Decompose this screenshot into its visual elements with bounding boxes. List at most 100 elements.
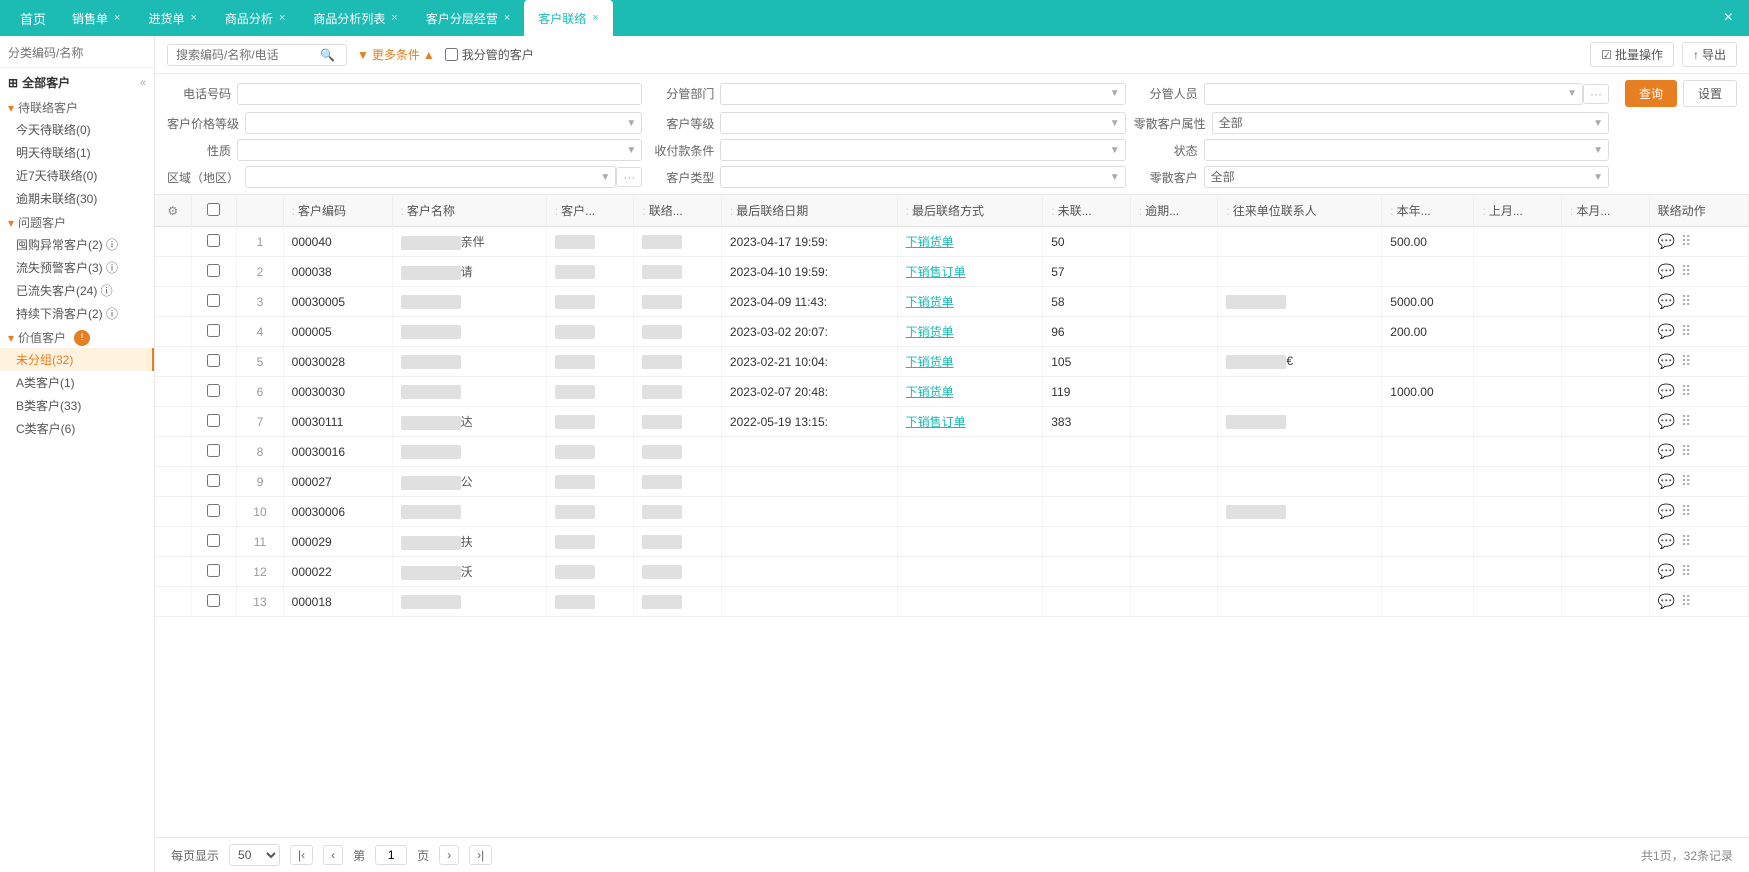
manager-select[interactable] (1204, 83, 1583, 105)
group-problem-customer[interactable]: ▾ 问题客户 (0, 210, 154, 233)
sidebar-item-7days[interactable]: 近7天待联络(0) (0, 164, 154, 187)
query-button[interactable]: 查询 (1625, 80, 1677, 107)
comment-icon[interactable]: 💬 (1658, 443, 1675, 460)
sidebar-item-abnormal[interactable]: 囤购异常客户(2) ⓘ (0, 233, 154, 256)
grid-action-icon[interactable]: ⠿ (1681, 263, 1691, 280)
row-checkbox[interactable] (207, 594, 220, 607)
sidebar-item-churn-warning[interactable]: 流失预警客户(3) ⓘ (0, 256, 154, 279)
row-checkbox[interactable] (207, 354, 220, 367)
row-checkbox[interactable] (207, 294, 220, 307)
close-customer-layer-tab[interactable]: × (504, 12, 510, 24)
comment-icon[interactable]: 💬 (1658, 353, 1675, 370)
cell-check[interactable] (191, 287, 237, 317)
sidebar-item-overdue[interactable]: 逾期未联络(30) (0, 187, 154, 210)
comment-icon[interactable]: 💬 (1658, 323, 1675, 340)
prev-page-btn[interactable]: ‹ (323, 845, 343, 865)
page-number-input[interactable] (375, 845, 407, 865)
sidebar-item-class-c[interactable]: C类客户(6) (0, 417, 154, 440)
filter-more-conditions[interactable]: ▼ 更多条件 ▲ (357, 46, 435, 63)
grid-action-icon[interactable]: ⠿ (1681, 443, 1691, 460)
row-checkbox[interactable] (207, 564, 220, 577)
reset-button[interactable]: 设置 (1683, 80, 1737, 107)
cell-check[interactable] (191, 407, 237, 437)
nav-tab-sales[interactable]: 销售单 × (58, 0, 134, 36)
close-all-tabs[interactable]: × (1716, 9, 1741, 27)
cell-check[interactable] (191, 347, 237, 377)
comment-icon[interactable]: 💬 (1658, 413, 1675, 430)
close-sales-tab[interactable]: × (114, 12, 120, 24)
payment-select[interactable] (720, 139, 1125, 161)
row-checkbox[interactable] (207, 264, 220, 277)
cell-check[interactable] (191, 467, 237, 497)
sidebar-search-input[interactable] (8, 46, 155, 60)
my-customers-checkbox[interactable] (445, 48, 458, 61)
row-checkbox[interactable] (207, 474, 220, 487)
retail-attr-select[interactable]: 全部 (1212, 112, 1609, 134)
page-size-select[interactable]: 50 100 (229, 844, 280, 866)
grid-action-icon[interactable]: ⠿ (1681, 503, 1691, 520)
export-button[interactable]: ↑ 导出 (1682, 42, 1737, 67)
row-checkbox[interactable] (207, 384, 220, 397)
price-grade-select[interactable] (245, 112, 642, 134)
grid-action-icon[interactable]: ⠿ (1681, 473, 1691, 490)
cell-check[interactable] (191, 437, 237, 467)
cell-check[interactable] (191, 377, 237, 407)
row-checkbox[interactable] (207, 324, 220, 337)
group-pending-contact[interactable]: ▾ 待联络客户 (0, 95, 154, 118)
nav-tab-customer-layer[interactable]: 客户分层经营 × (412, 0, 524, 36)
first-page-btn[interactable]: |‹ (290, 845, 313, 865)
nature-select[interactable] (237, 139, 642, 161)
comment-icon[interactable]: 💬 (1658, 473, 1675, 490)
row-checkbox[interactable] (207, 504, 220, 517)
region-select[interactable] (245, 166, 616, 188)
batch-op-button[interactable]: ☑ 批量操作 (1590, 42, 1674, 67)
grid-action-icon[interactable]: ⠿ (1681, 293, 1691, 310)
grid-action-icon[interactable]: ⠿ (1681, 323, 1691, 340)
retail-customer-select[interactable]: 全部 (1204, 166, 1609, 188)
grid-action-icon[interactable]: ⠿ (1681, 383, 1691, 400)
status-select[interactable] (1204, 139, 1609, 161)
nav-tab-analysis-list[interactable]: 商品分析列表 × (299, 0, 411, 36)
dept-select[interactable] (720, 83, 1125, 105)
comment-icon[interactable]: 💬 (1658, 293, 1675, 310)
cell-check[interactable] (191, 527, 237, 557)
cell-check[interactable] (191, 257, 237, 287)
grid-action-icon[interactable]: ⠿ (1681, 413, 1691, 430)
comment-icon[interactable]: 💬 (1658, 533, 1675, 550)
row-checkbox[interactable] (207, 534, 220, 547)
sidebar-item-class-b[interactable]: B类客户(33) (0, 394, 154, 417)
sidebar-item-churned[interactable]: 已流失客户(24) ⓘ (0, 279, 154, 302)
grid-action-icon[interactable]: ⠿ (1681, 233, 1691, 250)
comment-icon[interactable]: 💬 (1658, 233, 1675, 250)
collapse-sidebar-btn[interactable]: « (140, 77, 146, 89)
nav-tab-analysis[interactable]: 商品分析 × (211, 0, 299, 36)
grid-action-icon[interactable]: ⠿ (1681, 593, 1691, 610)
grid-action-icon[interactable]: ⠿ (1681, 353, 1691, 370)
nav-home[interactable]: 首页 (8, 9, 58, 28)
group-value-customer[interactable]: ▾ 价值客户 ! (0, 325, 154, 348)
sidebar-item-ungroup[interactable]: 未分组(32) (0, 348, 154, 371)
customer-grade-select[interactable] (720, 112, 1125, 134)
close-purchase-tab[interactable]: × (190, 12, 196, 24)
grid-action-icon[interactable]: ⠿ (1681, 533, 1691, 550)
all-customers-header[interactable]: ⊞ 全部客户 « (0, 68, 154, 95)
sidebar-item-class-a[interactable]: A类客户(1) (0, 371, 154, 394)
nav-tab-customer-contact[interactable]: 客户联络 × (524, 0, 612, 36)
row-checkbox[interactable] (207, 414, 220, 427)
cell-check[interactable] (191, 497, 237, 527)
nav-tab-purchase[interactable]: 进货单 × (134, 0, 210, 36)
next-page-btn[interactable]: › (439, 845, 459, 865)
phone-input[interactable] (237, 83, 642, 105)
comment-icon[interactable]: 💬 (1658, 383, 1675, 400)
cell-check[interactable] (191, 227, 237, 257)
close-customer-contact-tab[interactable]: × (592, 12, 598, 24)
close-analysis-list-tab[interactable]: × (391, 12, 397, 24)
sidebar-item-today[interactable]: 今天待联络(0) (0, 118, 154, 141)
comment-icon[interactable]: 💬 (1658, 593, 1675, 610)
filter-search-input[interactable] (176, 48, 316, 62)
comment-icon[interactable]: 💬 (1658, 563, 1675, 580)
row-checkbox[interactable] (207, 444, 220, 457)
select-all-checkbox[interactable] (207, 203, 220, 216)
sidebar-item-tomorrow[interactable]: 明天待联络(1) (0, 141, 154, 164)
comment-icon[interactable]: 💬 (1658, 503, 1675, 520)
